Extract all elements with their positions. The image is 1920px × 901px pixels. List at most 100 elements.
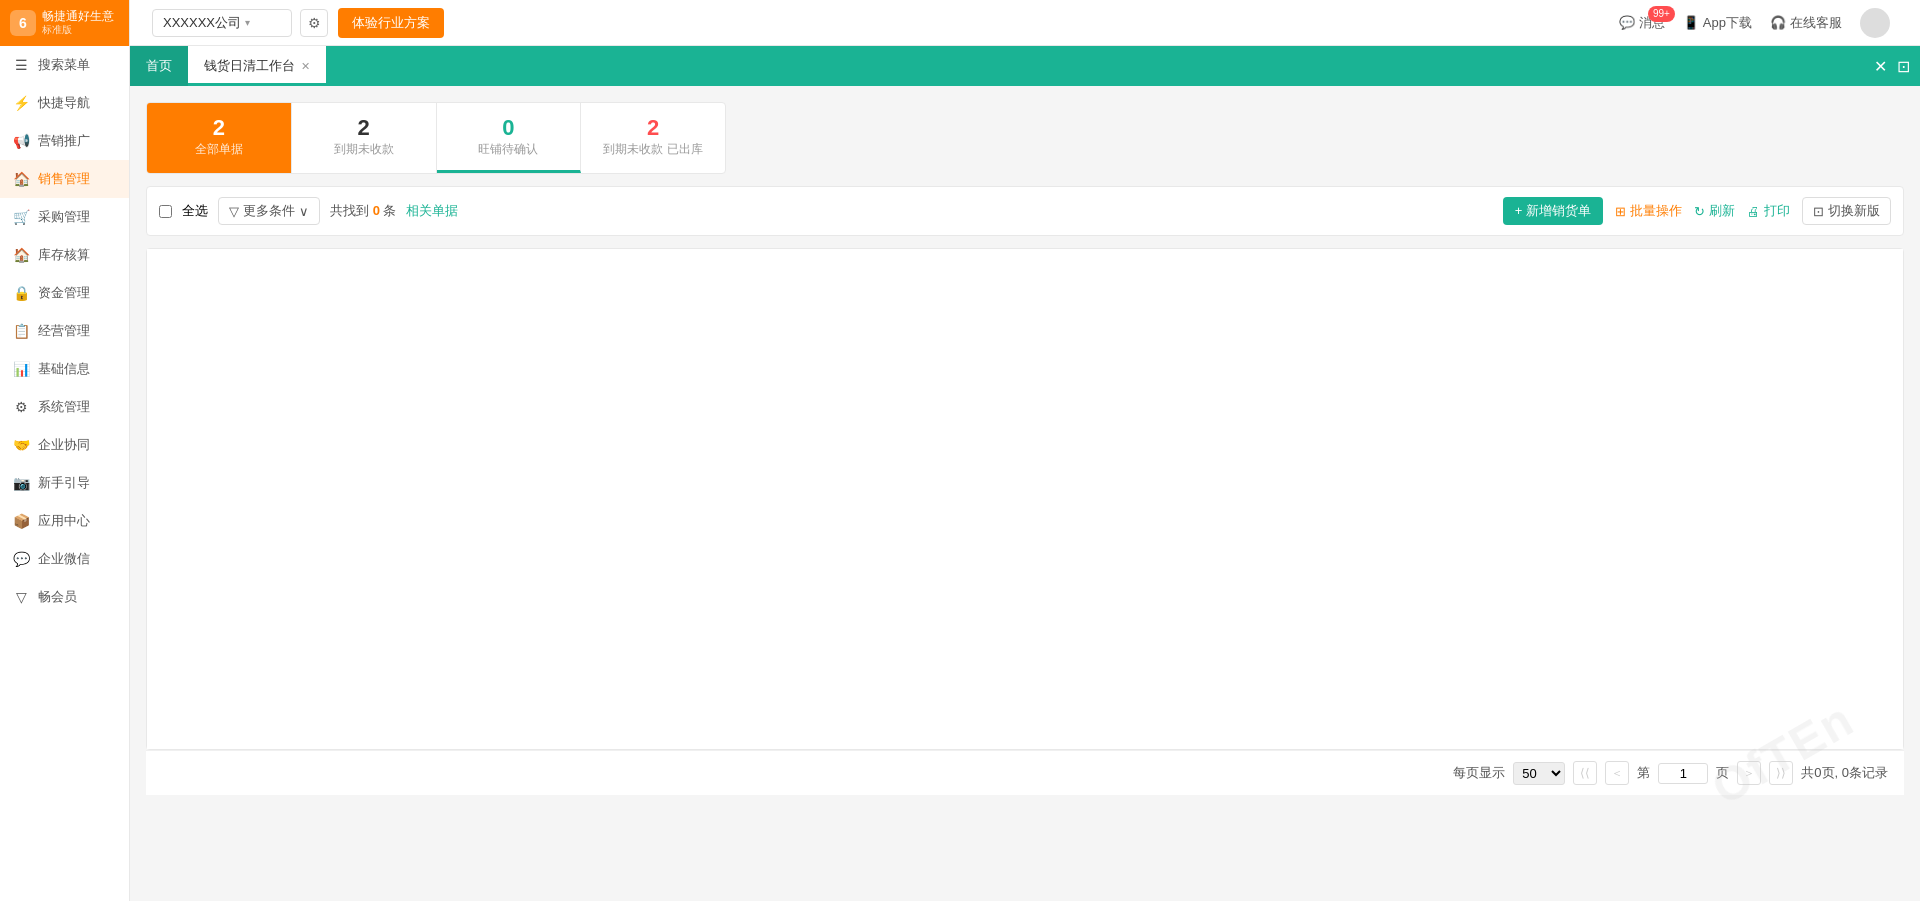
sidebar-item-app-center[interactable]: 📦 应用中心	[0, 502, 129, 540]
sidebar-logo-icon: 6	[10, 10, 36, 36]
sidebar-item-search[interactable]: ☰ 搜索菜单	[0, 46, 129, 84]
related-link[interactable]: 相关单据	[406, 202, 458, 220]
trial-button[interactable]: 体验行业方案	[338, 8, 444, 38]
message-badge: 99+	[1648, 6, 1675, 22]
stats-tab-overdue-out[interactable]: 2 到期未收款 已出库	[581, 103, 725, 173]
switch-version-button[interactable]: ⊡ 切换新版	[1802, 197, 1891, 225]
company-selector[interactable]: XXXXXX公司 ▾	[152, 9, 292, 37]
expand-icon[interactable]: ⊡	[1897, 57, 1910, 76]
sidebar-item-marketing[interactable]: 📢 营销推广	[0, 122, 129, 160]
sidebar-item-label: 经营管理	[38, 322, 90, 340]
stats-overdue-label: 到期未收款	[334, 142, 394, 156]
sidebar-item-label: 企业微信	[38, 550, 90, 568]
guide-icon: 📷	[12, 475, 30, 491]
quick-nav-icon: ⚡	[12, 95, 30, 111]
stats-all-num: 2	[163, 115, 275, 141]
sidebar-item-finance[interactable]: 🔒 资金管理	[0, 274, 129, 312]
stats-tab-overdue[interactable]: 2 到期未收款	[292, 103, 437, 173]
wechat-icon: 💬	[12, 551, 30, 567]
filter-icon: ▽	[229, 204, 239, 219]
sidebar-item-label: 采购管理	[38, 208, 90, 226]
tab-work-label: 钱货日清工作台	[204, 57, 295, 75]
sidebar-item-enterprise[interactable]: 🤝 企业协同	[0, 426, 129, 464]
sidebar-item-system[interactable]: ⚙ 系统管理	[0, 388, 129, 426]
toolbar-right: + 新增销货单 ⊞ 批量操作 ↻ 刷新 🖨 打印 ⊡ 切换新版	[1503, 197, 1891, 225]
marketing-icon: 📢	[12, 133, 30, 149]
batch-operation-button[interactable]: ⊞ 批量操作	[1615, 202, 1682, 220]
stats-overdue-out-num: 2	[597, 115, 709, 141]
sidebar-item-label: 营销推广	[38, 132, 90, 150]
app-download-button[interactable]: 📱 App下载	[1683, 14, 1752, 32]
stats-tabs: 2 全部单据 2 到期未收款 0 旺铺待确认 2 到期未收款 已出库	[146, 102, 726, 174]
refresh-button[interactable]: ↻ 刷新	[1694, 202, 1735, 220]
sidebar-item-label: 基础信息	[38, 360, 90, 378]
stats-tab-pending[interactable]: 0 旺铺待确认	[437, 103, 582, 173]
sidebar-item-guide[interactable]: 📷 新手引导	[0, 464, 129, 502]
nav-tabs-actions: ✕ ⊡	[1874, 46, 1920, 86]
first-page-button[interactable]: ⟨⟨	[1573, 761, 1597, 785]
print-icon: 🖨	[1747, 204, 1760, 219]
service-icon: 🎧	[1770, 15, 1786, 30]
gear-icon: ⚙	[308, 15, 321, 31]
sidebar-item-purchase[interactable]: 🛒 采购管理	[0, 198, 129, 236]
app-name: 畅捷通好生意	[42, 9, 114, 23]
sidebar-item-quick-nav[interactable]: ⚡ 快捷导航	[0, 84, 129, 122]
sidebar-search-label: 搜索菜单	[38, 56, 90, 74]
settings-button[interactable]: ⚙	[300, 9, 328, 37]
sidebar-item-label: 系统管理	[38, 398, 90, 416]
company-name: XXXXXX公司	[163, 14, 241, 32]
sidebar-item-sales[interactable]: 🏠 销售管理	[0, 160, 129, 198]
filter-button[interactable]: ▽ 更多条件 ∨	[218, 197, 320, 225]
header-right: 💬 消息 99+ 📱 App下载 🎧 在线客服	[1619, 8, 1908, 38]
app-version: 标准版	[42, 23, 114, 37]
close-all-tabs-icon[interactable]: ✕	[1874, 57, 1887, 76]
stats-pending-num: 0	[453, 115, 565, 141]
tab-work[interactable]: 钱货日清工作台 ✕	[188, 46, 326, 86]
sidebar-item-basic-info[interactable]: 📊 基础信息	[0, 350, 129, 388]
message-button[interactable]: 💬 消息 99+	[1619, 14, 1665, 32]
new-sales-order-button[interactable]: + 新增销货单	[1503, 197, 1603, 225]
sidebar-item-label: 应用中心	[38, 512, 90, 530]
stats-all-label: 全部单据	[195, 142, 243, 156]
sidebar-item-label: 快捷导航	[38, 94, 90, 112]
sidebar-item-label: 销售管理	[38, 170, 90, 188]
stats-overdue-num: 2	[308, 115, 420, 141]
search-menu-icon: ☰	[12, 57, 30, 73]
toolbar-left: 全选 ▽ 更多条件 ∨ 共找到 0 条 相关单据	[159, 197, 1493, 225]
table-body	[147, 249, 1903, 749]
top-header: XXXXXX公司 ▾ ⚙ 体验行业方案 💬 消息 99+ 📱 App下载 🎧 在…	[130, 0, 1920, 46]
last-page-button[interactable]: ⟩⟩	[1769, 761, 1793, 785]
sidebar-logo: 6 畅捷通好生意 标准版	[0, 0, 129, 46]
online-service-button[interactable]: 🎧 在线客服	[1770, 14, 1842, 32]
main-content: 2 全部单据 2 到期未收款 0 旺铺待确认 2 到期未收款 已出库 全选 ▽ …	[130, 86, 1920, 901]
print-button[interactable]: 🖨 打印	[1747, 202, 1790, 220]
current-page-input[interactable]	[1658, 763, 1708, 784]
next-page-button[interactable]: ＞	[1737, 761, 1761, 785]
enterprise-icon: 🤝	[12, 437, 30, 453]
close-tab-icon[interactable]: ✕	[301, 60, 310, 73]
sidebar-item-label: 企业协同	[38, 436, 90, 454]
per-page-select[interactable]: 50 20 100	[1513, 762, 1565, 785]
system-icon: ⚙	[12, 399, 30, 415]
sidebar-item-operations[interactable]: 📋 经营管理	[0, 312, 129, 350]
basic-info-icon: 📊	[12, 361, 30, 377]
inventory-icon: 🏠	[12, 247, 30, 263]
nav-tabs: 首页 钱货日清工作台 ✕ ✕ ⊡	[130, 46, 1920, 86]
avatar[interactable]	[1860, 8, 1890, 38]
stats-tab-all[interactable]: 2 全部单据	[147, 103, 292, 173]
finance-icon: 🔒	[12, 285, 30, 301]
select-all-checkbox[interactable]	[159, 205, 172, 218]
sidebar-item-label: 新手引导	[38, 474, 90, 492]
operations-icon: 📋	[12, 323, 30, 339]
stats-overdue-out-label: 到期未收款 已出库	[603, 142, 702, 156]
found-count: 0	[373, 203, 380, 218]
sidebar-item-inventory[interactable]: 🏠 库存核算	[0, 236, 129, 274]
prev-page-button[interactable]: ＜	[1605, 761, 1629, 785]
stats-pending-label: 旺铺待确认	[478, 142, 538, 156]
found-text: 共找到 0 条	[330, 202, 396, 220]
filter-chevron-icon: ∨	[299, 204, 309, 219]
app-download-label: App下载	[1703, 14, 1752, 32]
tab-home[interactable]: 首页	[130, 46, 188, 86]
sidebar-item-member[interactable]: ▽ 畅会员	[0, 578, 129, 616]
sidebar-item-wechat[interactable]: 💬 企业微信	[0, 540, 129, 578]
